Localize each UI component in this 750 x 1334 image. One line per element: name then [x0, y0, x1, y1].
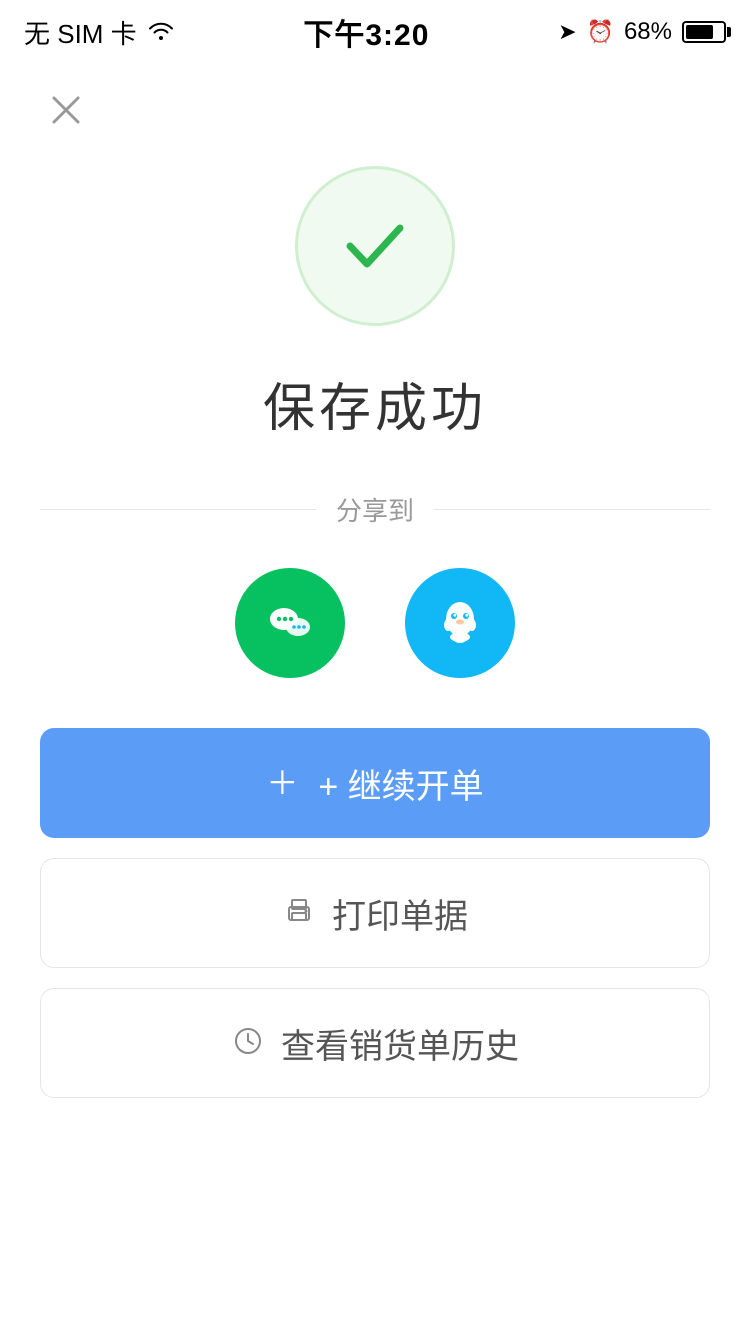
wifi-icon: [147, 17, 175, 48]
action-buttons: ＋ + 继续开单 打印单据 查看销货单历史: [40, 728, 710, 1098]
continue-order-button[interactable]: ＋ + 继续开单: [40, 728, 710, 838]
print-label: 打印单据: [332, 889, 468, 938]
battery-icon: [682, 21, 726, 43]
wechat-circle: [235, 568, 345, 678]
status-time: 下午3:20: [303, 10, 429, 54]
close-button[interactable]: [40, 84, 92, 136]
no-sim-text: 无 SIM 卡: [24, 14, 137, 51]
history-label: 查看销货单历史: [281, 1019, 519, 1068]
print-button[interactable]: 打印单据: [40, 858, 710, 968]
location-icon: ➤: [558, 19, 576, 45]
plus-icon: ＋: [266, 767, 298, 799]
success-title: 保存成功: [263, 366, 487, 441]
qq-share-button[interactable]: [405, 568, 515, 678]
status-left: 无 SIM 卡: [24, 14, 175, 51]
continue-order-label: + 继续开单: [318, 759, 483, 808]
checkmark-icon: [335, 206, 415, 286]
qq-circle: [405, 568, 515, 678]
main-content: 保存成功 分享到: [0, 64, 750, 1138]
printer-icon: [282, 894, 316, 933]
wechat-icon: [258, 591, 322, 655]
qq-icon: [428, 591, 492, 655]
clock-icon: [231, 1024, 265, 1063]
alarm-icon: ⏰: [587, 19, 614, 45]
history-button[interactable]: 查看销货单历史: [40, 988, 710, 1098]
status-bar: 无 SIM 卡 下午3:20 ➤ ⏰ 68%: [0, 0, 750, 64]
wechat-share-button[interactable]: [235, 568, 345, 678]
share-icons: [40, 568, 710, 678]
battery-text: 68%: [624, 18, 672, 46]
status-right: ➤ ⏰ 68%: [558, 18, 726, 46]
success-circle: [295, 166, 455, 326]
share-section: 分享到: [40, 491, 710, 678]
share-divider: 分享到: [40, 491, 710, 528]
success-area: 保存成功: [40, 166, 710, 441]
share-label: 分享到: [336, 491, 414, 528]
